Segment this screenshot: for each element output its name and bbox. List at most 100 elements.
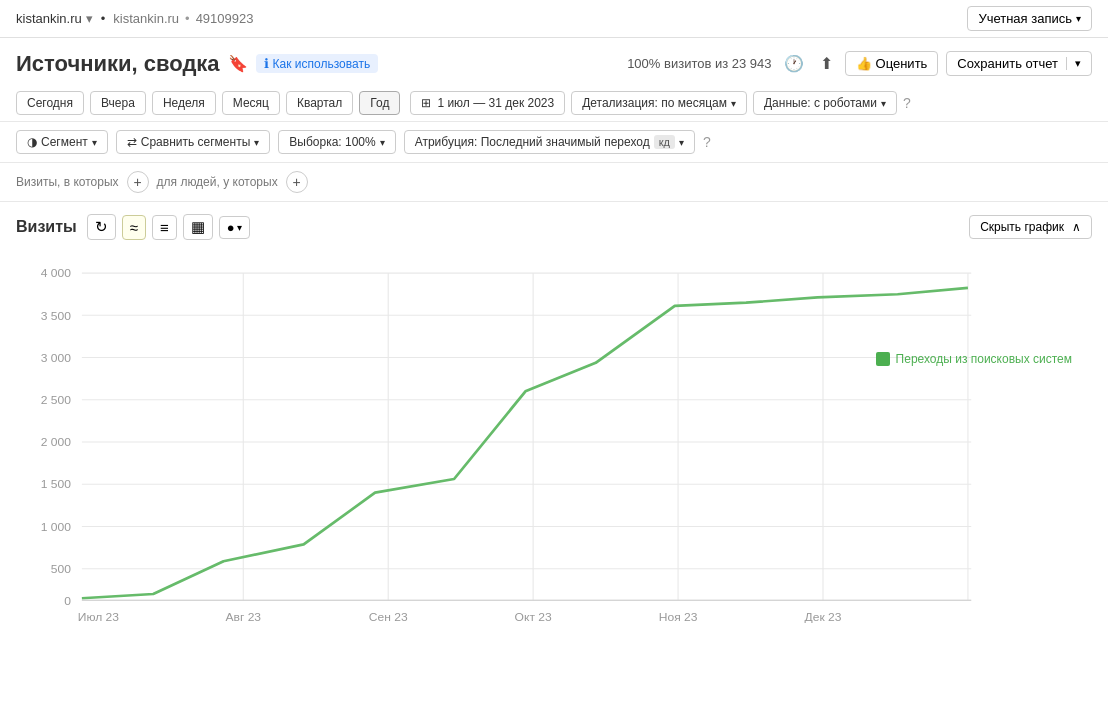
hide-chart-label: Скрыть график [980,220,1064,234]
svg-text:1 000: 1 000 [41,520,72,534]
save-label: Сохранить отчет [957,56,1058,71]
chart-header: Визиты ↻ ≈ ≡ ▦ ● ▾ Скрыть график ∧ [16,214,1092,240]
yesterday-button[interactable]: Вчера [90,91,146,115]
date-range-button[interactable]: ⊞ 1 июл — 31 дек 2023 [410,91,565,115]
chart-controls: ↻ ≈ ≡ ▦ ● ▾ [87,214,250,240]
svg-text:3 500: 3 500 [41,309,72,323]
legend-color-box [876,352,890,366]
site-arrow-1[interactable]: ▾ [86,11,93,26]
data-arrow-icon: ▾ [881,98,886,109]
clock-icon-button[interactable]: 🕐 [780,50,808,77]
add-people-filter-button[interactable]: + [286,171,308,193]
date-range-label: 1 июл — 31 дек 2023 [437,96,554,110]
site-selector-1[interactable]: kistankin.ru [16,11,82,26]
topnav-sep2: • [185,11,190,26]
hide-chart-button[interactable]: Скрыть график ∧ [969,215,1092,239]
save-arrow-icon[interactable]: ▾ [1066,57,1081,70]
segment-label: Сегмент [41,135,88,149]
segment-arrow-icon: ▾ [92,137,97,148]
thumbs-up-icon: 👍 [856,56,872,71]
compare-label: Сравнить сегменты [141,135,251,149]
rate-label: Оценить [876,56,928,71]
segment-toolbar: ◑ Сегмент ▾ ⇄ Сравнить сегменты ▾ Выборк… [0,122,1108,163]
visits-filter-label: Визиты, в которых [16,175,119,189]
detail-label: Детализация: по месяцам [582,96,727,110]
account-label: Учетная запись [978,11,1072,26]
line-chart-button[interactable]: ≈ [122,215,146,240]
data-button[interactable]: Данные: с роботами ▾ [753,91,897,115]
date-help-icon[interactable]: ? [903,95,911,111]
dot-icon: ● [227,220,235,235]
site-id: 49109923 [196,11,254,26]
segment-button[interactable]: ◑ Сегмент ▾ [16,130,108,154]
chart-section: Визиты ↻ ≈ ≡ ▦ ● ▾ Скрыть график ∧ [0,202,1108,644]
segment-help-icon[interactable]: ? [703,134,711,150]
segment-circle-icon: ◑ [27,135,37,149]
rate-button[interactable]: 👍 Оценить [845,51,939,76]
svg-text:500: 500 [51,562,72,576]
people-filter-label: для людей, у которых [157,175,278,189]
compare-icon: ⇄ [127,135,137,149]
svg-text:Ноя 23: Ноя 23 [659,611,698,625]
how-to-use-label: Как использовать [273,57,371,71]
info-circle-icon: ℹ [264,56,269,71]
month-button[interactable]: Месяц [222,91,280,115]
top-navigation: kistankin.ru ▾ • kistankin.ru • 49109923… [0,0,1108,38]
page-header: Источники, сводка 🔖 ℹ Как использовать 1… [0,38,1108,85]
sample-label: Выборка: 100% [289,135,375,149]
chart-legend: Переходы из поисковых систем [876,352,1072,366]
filter-row: Визиты, в которых + для людей, у которых… [0,163,1108,202]
share-icon-button[interactable]: ⬆ [816,50,837,77]
visits-count: 100% визитов из 23 943 [627,56,771,71]
detail-button[interactable]: Детализация: по месяцам ▾ [571,91,747,115]
attr-arrow-icon: ▾ [679,137,684,148]
more-chart-button[interactable]: ● ▾ [219,216,250,239]
how-to-use-badge[interactable]: ℹ Как использовать [256,54,379,73]
svg-text:1 500: 1 500 [41,478,72,492]
legend-label: Переходы из поисковых систем [896,352,1072,366]
svg-text:Сен 23: Сен 23 [369,611,408,625]
compare-arrow-icon: ▾ [254,137,259,148]
svg-text:Июл 23: Июл 23 [78,611,120,625]
data-label: Данные: с роботами [764,96,877,110]
attribution-button[interactable]: Атрибуция: Последний значимый переход кд… [404,130,695,154]
hide-chart-arrow-icon: ∧ [1072,220,1081,234]
account-button[interactable]: Учетная запись ▾ [967,6,1092,31]
sample-arrow-icon: ▾ [380,137,385,148]
svg-text:2 000: 2 000 [41,435,72,449]
chart-title: Визиты [16,218,77,236]
more-arrow-icon: ▾ [237,222,242,233]
quarter-button[interactable]: Квартал [286,91,353,115]
date-toolbar: Сегодня Вчера Неделя Месяц Квартал Год ⊞… [0,85,1108,122]
chart-area: 4 000 3 500 3 000 2 500 2 000 1 500 1 00… [16,252,1092,632]
today-button[interactable]: Сегодня [16,91,84,115]
detail-arrow-icon: ▾ [731,98,736,109]
header-right: 100% визитов из 23 943 🕐 ⬆ 👍 Оценить Сох… [627,50,1092,77]
area-chart-button[interactable]: ≡ [152,215,177,240]
compare-segments-button[interactable]: ⇄ Сравнить сегменты ▾ [116,130,271,154]
account-arrow-icon: ▾ [1076,13,1081,24]
chart-svg: 4 000 3 500 3 000 2 500 2 000 1 500 1 00… [16,252,1092,632]
page-title-row: Источники, сводка 🔖 ℹ Как использовать [16,51,378,77]
svg-text:3 000: 3 000 [41,351,72,365]
svg-text:2 500: 2 500 [41,393,72,407]
week-button[interactable]: Неделя [152,91,216,115]
svg-text:Дек 23: Дек 23 [805,611,842,625]
save-report-button[interactable]: Сохранить отчет ▾ [946,51,1092,76]
topnav-separator: • [101,11,106,26]
bar-chart-button[interactable]: ▦ [183,214,213,240]
calendar-icon: ⊞ [421,96,431,110]
chart-line [82,288,968,598]
topnav-left: kistankin.ru ▾ • kistankin.ru • 49109923 [16,11,253,26]
sample-button[interactable]: Выборка: 100% ▾ [278,130,395,154]
page-title: Источники, сводка [16,51,220,77]
attr-tag: кд [654,135,675,149]
attr-label: Атрибуция: Последний значимый переход [415,135,650,149]
svg-text:0: 0 [64,594,71,608]
add-visit-filter-button[interactable]: + [127,171,149,193]
svg-text:Авг 23: Авг 23 [225,611,261,625]
refresh-button[interactable]: ↻ [87,214,116,240]
bookmark-icon[interactable]: 🔖 [228,54,248,73]
chart-title-row: Визиты ↻ ≈ ≡ ▦ ● ▾ [16,214,250,240]
year-button[interactable]: Год [359,91,400,115]
